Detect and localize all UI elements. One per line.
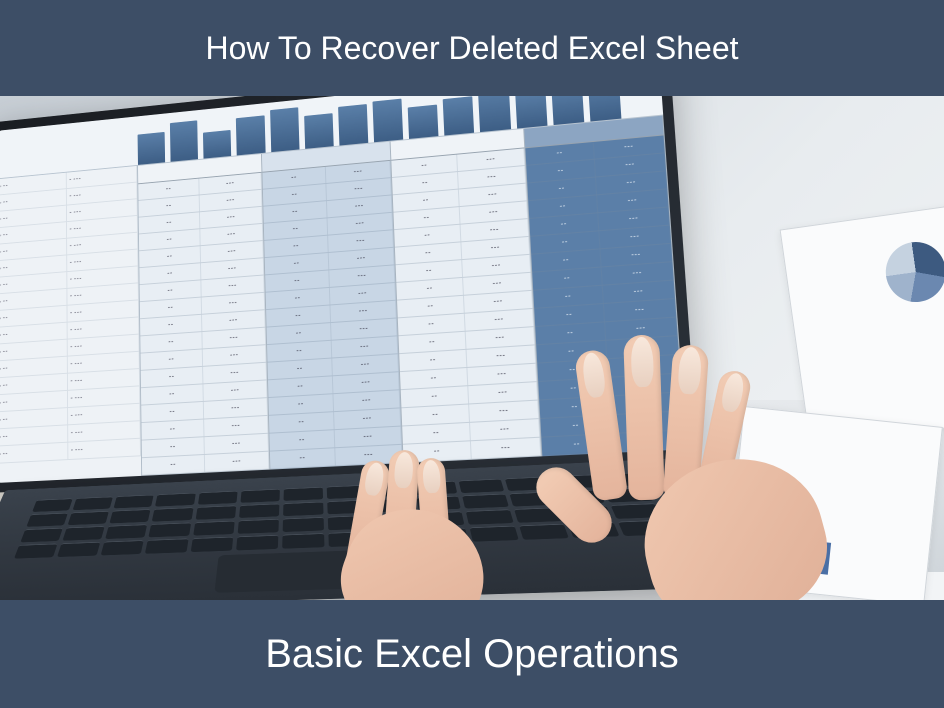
hand-right bbox=[564, 340, 824, 600]
finger bbox=[623, 334, 665, 500]
finger bbox=[574, 348, 629, 501]
spreadsheet-col-b: ⁃⁃⁃⁃⁃⁃⁃⁃⁃⁃⁃⁃⁃⁃⁃⁃⁃⁃⁃⁃⁃⁃⁃⁃⁃⁃⁃⁃⁃⁃⁃⁃⁃⁃⁃⁃⁃⁃⁃⁃… bbox=[262, 142, 404, 470]
subtitle-text: Basic Excel Operations bbox=[265, 632, 679, 677]
title-text: How To Recover Deleted Excel Sheet bbox=[205, 30, 738, 67]
spreadsheet-col-a: ⁃⁃⁃⁃⁃⁃⁃⁃⁃⁃⁃⁃⁃⁃⁃⁃⁃⁃⁃⁃⁃⁃⁃⁃⁃⁃⁃⁃⁃⁃⁃⁃⁃⁃⁃⁃⁃⁃⁃⁃… bbox=[138, 154, 270, 476]
title-banner-bottom: Basic Excel Operations bbox=[0, 600, 944, 708]
hand-left bbox=[344, 440, 544, 600]
pie-chart-icon bbox=[882, 238, 944, 306]
spreadsheet-row-headers: // placeholder rows generated below afte… bbox=[0, 166, 142, 483]
spreadsheet-col-c: ⁃⁃⁃⁃⁃⁃⁃⁃⁃⁃⁃⁃⁃⁃⁃⁃⁃⁃⁃⁃⁃⁃⁃⁃⁃⁃⁃⁃⁃⁃⁃⁃⁃⁃⁃⁃⁃⁃⁃⁃… bbox=[391, 129, 543, 463]
hero-illustration: // placeholder rows generated below afte… bbox=[0, 96, 944, 600]
title-banner-top: How To Recover Deleted Excel Sheet bbox=[0, 0, 944, 96]
